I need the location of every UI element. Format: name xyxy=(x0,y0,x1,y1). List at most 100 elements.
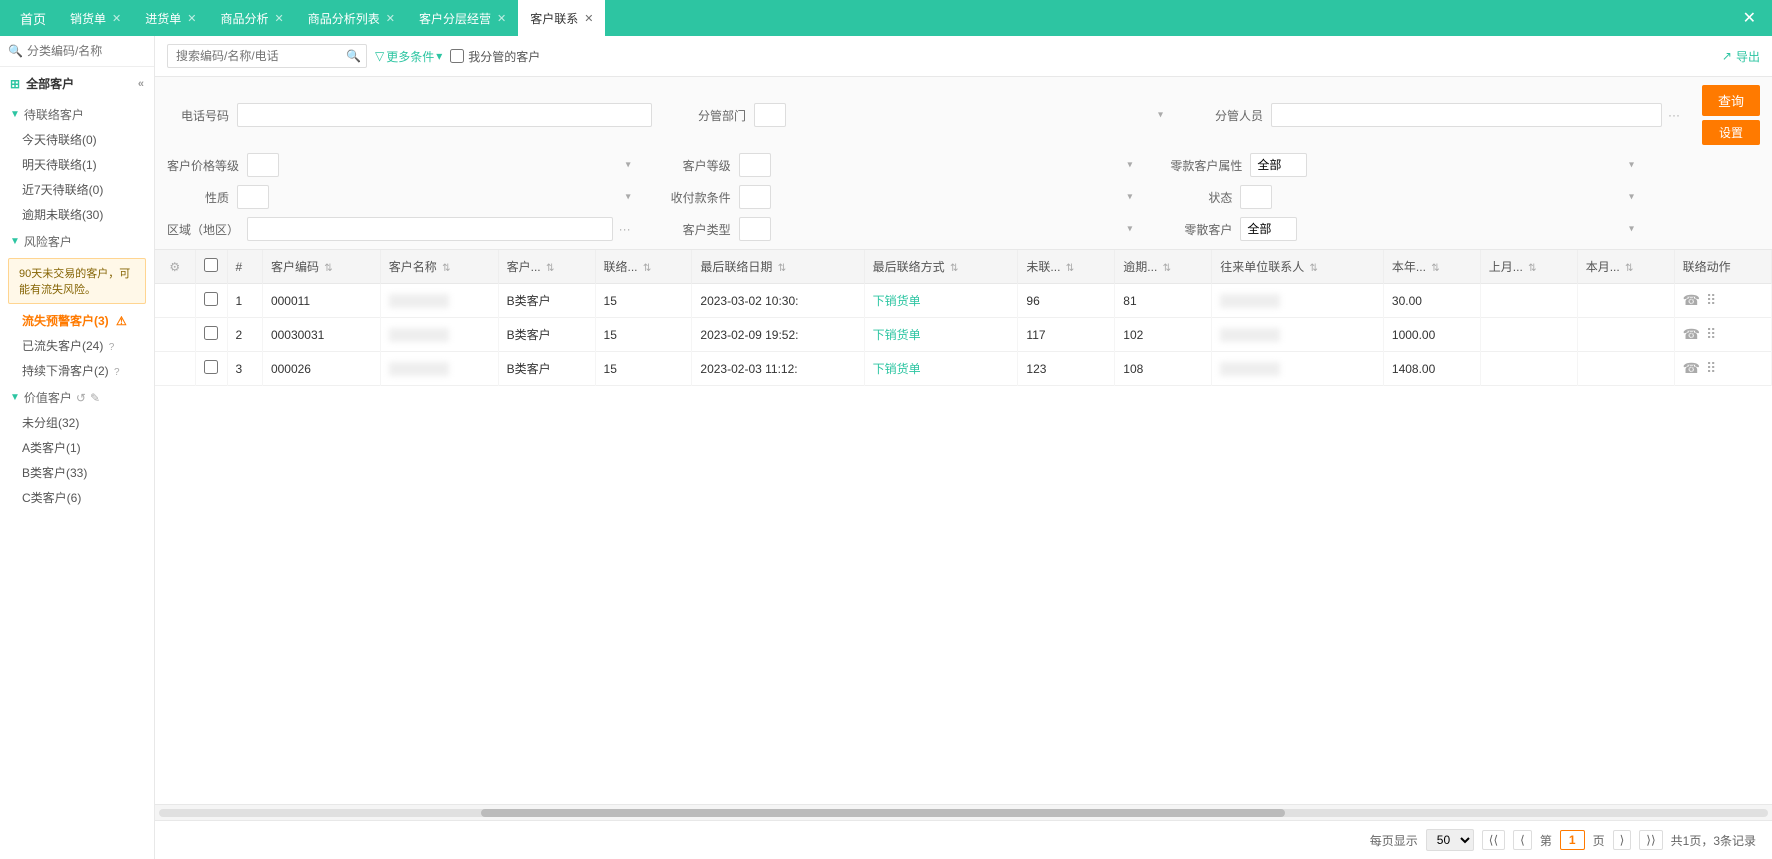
sort-icon-overdue: ⇅ xyxy=(1163,263,1171,274)
sidebar-group-pending-contact[interactable]: ▼ 待联络客户 xyxy=(0,100,154,127)
sort-icon-name: ⇅ xyxy=(442,263,450,274)
action-phone-icon[interactable]: ☎ xyxy=(1683,360,1700,377)
close-sales-order-tab[interactable]: ✕ xyxy=(112,12,121,25)
col-customer-type[interactable]: 客户... ⇅ xyxy=(498,250,595,284)
tab-product-analysis-list[interactable]: 商品分析列表 ✕ xyxy=(296,0,407,36)
scrollbar-thumb[interactable] xyxy=(481,809,1286,817)
row-last-contact-method[interactable]: 下销货单 xyxy=(864,318,1018,352)
row-checkbox-input[interactable] xyxy=(204,326,218,340)
col-customer-name[interactable]: 客户名称 ⇅ xyxy=(380,250,498,284)
row-checkbox-input[interactable] xyxy=(204,292,218,306)
more-conditions-button[interactable]: ▽ 更多条件 ▾ xyxy=(375,48,442,65)
last-page-button[interactable]: ⟩⟩ xyxy=(1639,830,1662,850)
sidebar-item-tomorrow[interactable]: 明天待联络(1) xyxy=(0,152,154,177)
settings-gear-icon[interactable]: ⚙ xyxy=(169,260,180,274)
contact-method-link[interactable]: 下销货单 xyxy=(873,294,921,308)
customer-level-select[interactable] xyxy=(739,153,771,177)
row-checkbox-input[interactable] xyxy=(204,360,218,374)
close-customer-contact-tab[interactable]: ✕ xyxy=(584,12,593,25)
col-customer-code[interactable]: 客户编码 ⇅ xyxy=(262,250,380,284)
action-phone-icon[interactable]: ☎ xyxy=(1683,326,1700,343)
col-contact[interactable]: 联络... ⇅ xyxy=(595,250,692,284)
zero-retail-attr-select[interactable]: 全部 xyxy=(1250,153,1307,177)
col-last-contact-method[interactable]: 最后联络方式 ⇅ xyxy=(864,250,1018,284)
contact-method-link[interactable]: 下销货单 xyxy=(873,328,921,342)
my-customers-checkbox-label[interactable]: 我分管的客户 xyxy=(450,48,540,65)
tab-product-analysis[interactable]: 商品分析 ✕ xyxy=(208,0,295,36)
sidebar-item-churned[interactable]: 已流失客户(24) ? xyxy=(0,333,154,358)
tab-purchase-order[interactable]: 进货单 ✕ xyxy=(133,0,208,36)
prev-page-button[interactable]: ⟨ xyxy=(1513,830,1532,850)
tab-customer-contact[interactable]: 客户联系 ✕ xyxy=(518,0,605,36)
sidebar-item-overdue[interactable]: 逾期未联络(30) xyxy=(0,202,154,227)
my-customers-checkbox[interactable] xyxy=(450,49,464,63)
sidebar-item-declining[interactable]: 持续下滑客户(2) ? xyxy=(0,358,154,383)
close-purchase-order-tab[interactable]: ✕ xyxy=(187,12,196,25)
zero-retail-select[interactable]: 全部 xyxy=(1240,217,1297,241)
customer-type-select[interactable] xyxy=(739,217,771,241)
col-last-contact-date[interactable]: 最后联络日期 ⇅ xyxy=(692,250,864,284)
sort-icon-type: ⇅ xyxy=(546,263,554,274)
row-checkbox[interactable] xyxy=(195,284,227,318)
status-select[interactable] xyxy=(1240,185,1272,209)
row-last-contact-method[interactable]: 下销货单 xyxy=(864,352,1018,386)
sidebar-item-unclassified[interactable]: 未分组(32) xyxy=(0,410,154,435)
sidebar-item-7days[interactable]: 近7天待联络(0) xyxy=(0,177,154,202)
col-overdue[interactable]: 逾期... ⇅ xyxy=(1115,250,1212,284)
home-tab[interactable]: 首页 xyxy=(8,0,58,36)
col-no-contact[interactable]: 未联... ⇅ xyxy=(1018,250,1115,284)
export-button[interactable]: ↗ 导出 xyxy=(1722,48,1760,65)
close-all-button[interactable]: ✕ xyxy=(1735,8,1764,28)
row-checkbox[interactable] xyxy=(195,318,227,352)
status-select-wrapper xyxy=(1240,185,1640,209)
department-select[interactable] xyxy=(754,103,786,127)
price-level-select[interactable] xyxy=(247,153,279,177)
col-unit-contact[interactable]: 往来单位联系人 ⇅ xyxy=(1212,250,1384,284)
action-more-icon[interactable]: ⠿ xyxy=(1706,360,1716,377)
first-page-button[interactable]: ⟨⟨ xyxy=(1482,830,1505,850)
search-button-icon[interactable]: 🔍 xyxy=(346,49,361,63)
query-button[interactable]: 查询 xyxy=(1702,85,1760,116)
sidebar-group-risk-customers[interactable]: ▼ 风险客户 xyxy=(0,227,154,254)
manager-more-icon[interactable]: ··· xyxy=(1662,108,1686,122)
phone-input[interactable] xyxy=(237,103,652,127)
sidebar-item-class-a[interactable]: A类客户(1) xyxy=(0,435,154,460)
refresh-icon[interactable]: ↺ xyxy=(76,391,86,405)
manager-input[interactable] xyxy=(1271,103,1662,127)
all-customers-header[interactable]: ⊞ 全部客户 « xyxy=(0,67,154,100)
close-product-analysis-list-tab[interactable]: ✕ xyxy=(386,12,395,25)
select-all-checkbox[interactable] xyxy=(204,258,218,272)
per-page-select[interactable]: 50 xyxy=(1426,829,1474,851)
payment-terms-select[interactable] xyxy=(739,185,771,209)
sidebar-item-churn-warning[interactable]: 流失预警客户(3) ⚠ xyxy=(0,308,154,333)
edit-icon[interactable]: ✎ xyxy=(90,391,100,405)
col-this-year[interactable]: 本年... ⇅ xyxy=(1383,250,1480,284)
region-more-icon[interactable]: ··· xyxy=(613,222,637,236)
sidebar-item-class-b[interactable]: B类客户(33) xyxy=(0,460,154,485)
col-settings[interactable]: ⚙ xyxy=(155,250,195,284)
row-checkbox[interactable] xyxy=(195,352,227,386)
sidebar-group-value-customers[interactable]: ▼ 价值客户 ↺ ✎ xyxy=(0,383,154,410)
sidebar-item-class-c[interactable]: C类客户(6) xyxy=(0,485,154,510)
nature-select[interactable] xyxy=(237,185,269,209)
sidebar-item-today[interactable]: 今天待联络(0) xyxy=(0,127,154,152)
action-phone-icon[interactable]: ☎ xyxy=(1683,292,1700,309)
row-last-contact-method[interactable]: 下销货单 xyxy=(864,284,1018,318)
col-this-month[interactable]: 本月... ⇅ xyxy=(1577,250,1674,284)
action-more-icon[interactable]: ⠿ xyxy=(1706,292,1716,309)
filter-field-customer-type: 客户类型 xyxy=(669,217,1139,241)
tab-customer-tier[interactable]: 客户分层经营 ✕ xyxy=(407,0,518,36)
settings-button[interactable]: 设置 xyxy=(1702,120,1760,145)
col-last-month[interactable]: 上月... ⇅ xyxy=(1480,250,1577,284)
search-input[interactable] xyxy=(167,44,367,68)
horizontal-scrollbar[interactable] xyxy=(155,804,1772,820)
region-input[interactable] xyxy=(247,217,613,241)
action-more-icon[interactable]: ⠿ xyxy=(1706,326,1716,343)
next-page-button[interactable]: ⟩ xyxy=(1613,830,1632,850)
contact-method-link[interactable]: 下销货单 xyxy=(873,362,921,376)
tab-sales-order[interactable]: 销货单 ✕ xyxy=(58,0,133,36)
close-customer-tier-tab[interactable]: ✕ xyxy=(497,12,506,25)
close-product-analysis-tab[interactable]: ✕ xyxy=(275,12,284,25)
sidebar-search-input[interactable] xyxy=(27,44,155,58)
sort-icon-no-contact: ⇅ xyxy=(1066,263,1074,274)
